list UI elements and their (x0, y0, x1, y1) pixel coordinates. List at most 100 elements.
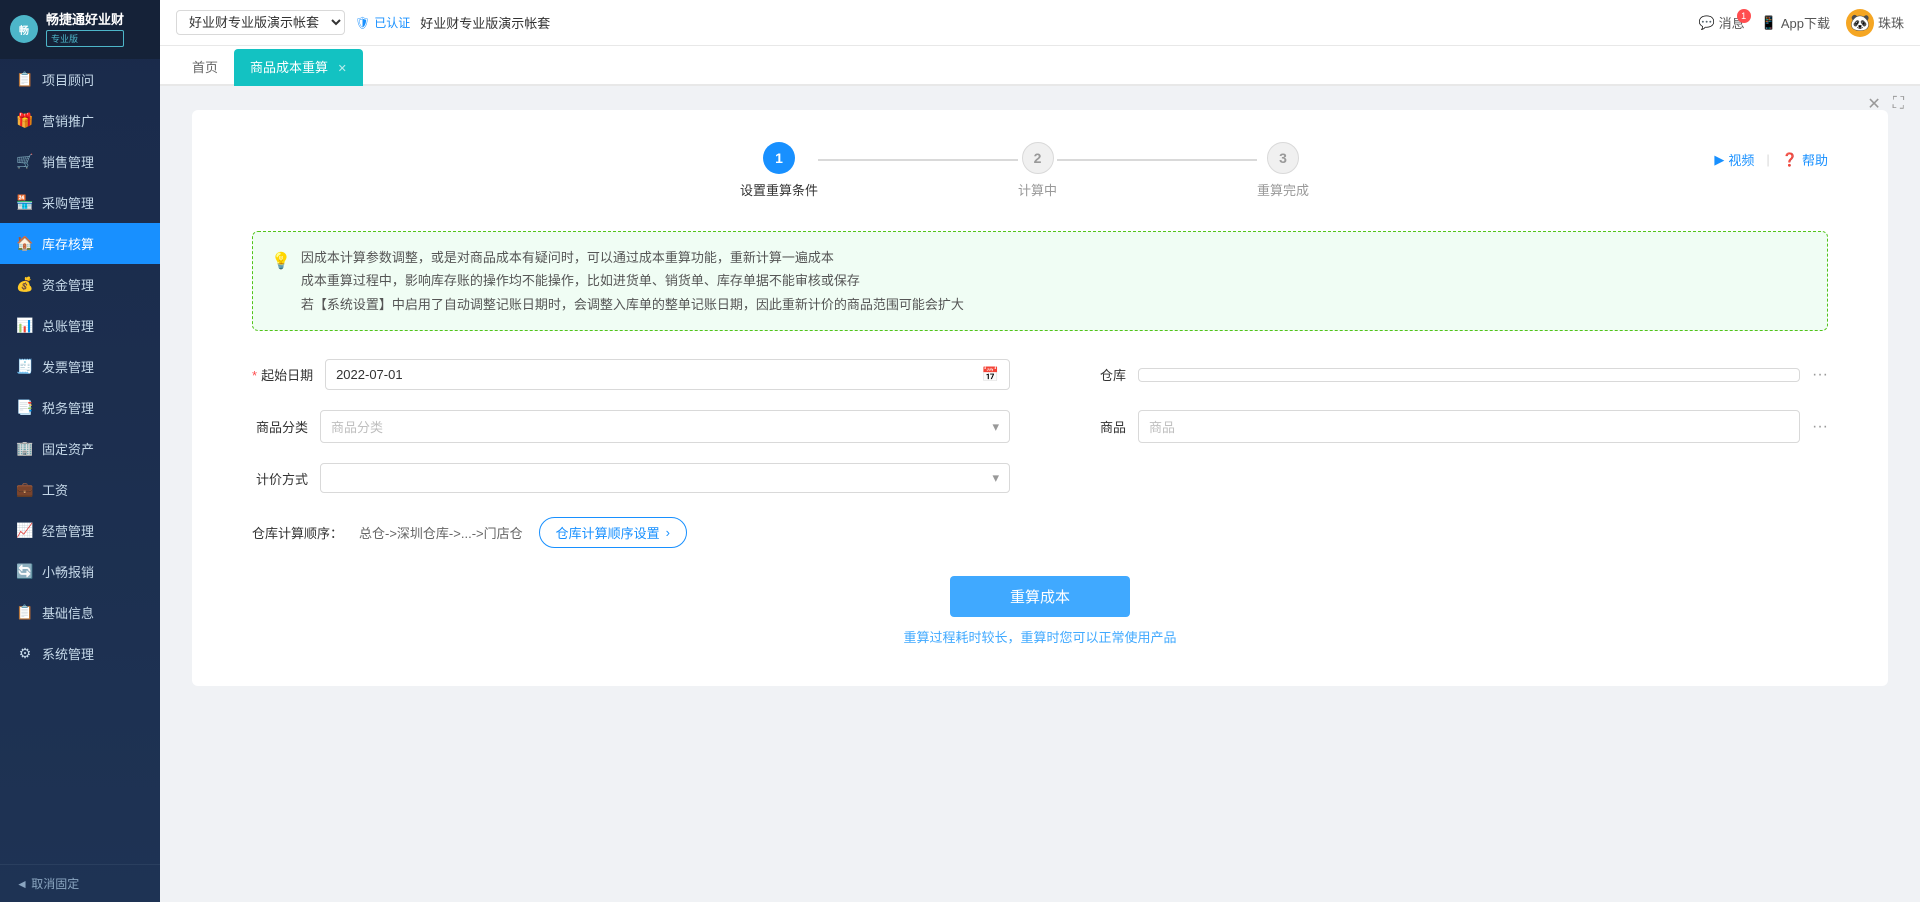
app-download-button[interactable]: 📱 App下载 (1761, 13, 1830, 32)
sidebar-item-inventory[interactable]: 🏠 库存核算 (0, 223, 160, 264)
invoice-icon: 🧾 (16, 357, 34, 375)
sidebar-item-label: 营销推广 (42, 111, 94, 130)
calendar-icon: 📅 (982, 366, 999, 383)
form-row-price-method: 计价方式 ▾ (252, 463, 1010, 493)
sidebar-item-assets[interactable]: 🏢 固定资产 (0, 428, 160, 469)
sidebar-item-accounting[interactable]: 📊 总账管理 (0, 305, 160, 346)
account-name: 好业财专业版演示帐套 (420, 13, 550, 32)
expense-icon: 🔄 (16, 562, 34, 580)
price-method-select[interactable]: ▾ (320, 463, 1010, 493)
form-row-start-date: 起始日期 2022-07-01 📅 (252, 359, 1010, 390)
stepper-circles: 1 设置重算条件 2 计算中 (252, 142, 1828, 199)
category-select[interactable]: 商品分类 ▾ (320, 410, 1010, 443)
start-date-input[interactable]: 2022-07-01 📅 (325, 359, 1010, 390)
sidebar-item-finance[interactable]: 💰 资金管理 (0, 264, 160, 305)
help-link[interactable]: ❓ 帮助 (1782, 150, 1828, 169)
warehouse-order-settings-button[interactable]: 仓库计算顺序设置 › (539, 517, 687, 548)
form-row-warehouse: 仓库 ··· (1070, 359, 1828, 390)
sidebar-item-operations[interactable]: 📈 经营管理 (0, 510, 160, 551)
warehouse-input[interactable] (1138, 368, 1800, 382)
operations-icon: 📈 (16, 521, 34, 539)
sidebar-item-salary[interactable]: 💼 工资 (0, 469, 160, 510)
shield-icon: 🛡 (355, 16, 370, 30)
recalc-button[interactable]: 重算成本 (950, 576, 1130, 617)
info-line-1: 因成本计算参数调整，或是对商品成本有疑问时，可以通过成本重算功能，重新计算一遍成… (301, 246, 964, 269)
tab-close-icon[interactable]: ✕ (338, 63, 347, 75)
recalc-hint: 重算过程耗时较长，重算时您可以正常使用产品 (252, 627, 1828, 646)
step-1-label: 设置重算条件 (740, 180, 818, 199)
goods-more-button[interactable]: ··· (1812, 418, 1828, 436)
sidebar-item-invoice[interactable]: 🧾 发票管理 (0, 346, 160, 387)
tab-home-label: 首页 (192, 60, 218, 75)
avatar: 🐼 (1846, 9, 1874, 37)
info-text: 因成本计算参数调整，或是对商品成本有疑问时，可以通过成本重算功能，重新计算一遍成… (301, 246, 964, 316)
tab-home[interactable]: 首页 (176, 49, 234, 86)
sidebar-logo: 畅 (10, 15, 38, 43)
system-icon: ⚙ (16, 644, 34, 662)
sidebar-item-label: 税务管理 (42, 398, 94, 417)
project-icon: 📋 (16, 70, 34, 88)
account-selector[interactable]: 好业财专业版演示帐套 (176, 10, 345, 35)
tax-icon: 📑 (16, 398, 34, 416)
user-menu[interactable]: 🐼 珠珠 (1846, 9, 1904, 37)
sidebar-item-tax[interactable]: 📑 税务管理 (0, 387, 160, 428)
category-label: 商品分类 (252, 417, 308, 436)
goods-placeholder: 商品 (1149, 417, 1175, 436)
sidebar-item-purchase[interactable]: 🏪 采购管理 (0, 182, 160, 223)
sidebar-pin-toggle[interactable]: ◄ 取消固定 (0, 864, 160, 902)
assets-icon: 🏢 (16, 439, 34, 457)
sidebar-item-system[interactable]: ⚙ 系统管理 (0, 633, 160, 674)
expand-window-button[interactable]: ⛶ (1893, 95, 1904, 113)
chevron-right-icon: › (666, 525, 670, 540)
warehouse-more-button[interactable]: ··· (1812, 366, 1828, 384)
account-selector-area: 好业财专业版演示帐套 (176, 10, 345, 35)
start-date-value: 2022-07-01 (336, 367, 403, 382)
sidebar-nav: 📋 项目顾问 🎁 营销推广 🛒 销售管理 🏪 采购管理 🏠 库存核算 💰 资金管… (0, 59, 160, 864)
topbar: 好业财专业版演示帐套 🛡 已认证 好业财专业版演示帐套 💬 消息 1 📱 App… (160, 0, 1920, 46)
notification-badge: 1 (1737, 9, 1751, 23)
start-date-label: 起始日期 (252, 365, 313, 384)
app-download-label: App下载 (1781, 13, 1830, 32)
form-row-category: 商品分类 商品分类 ▾ (252, 410, 1010, 443)
chevron-down-icon: ▾ (992, 419, 999, 435)
topbar-actions: 💬 消息 1 📱 App下载 🐼 珠珠 (1698, 9, 1904, 37)
step-1-circle: 1 (763, 142, 795, 174)
sales-icon: 🛒 (16, 152, 34, 170)
sidebar-item-label: 库存核算 (42, 234, 94, 253)
inventory-icon: 🏠 (16, 234, 34, 252)
warehouse-order-value: 总仓->深圳仓库->...->门店仓 (359, 523, 523, 542)
sidebar-item-sales[interactable]: 🛒 销售管理 (0, 141, 160, 182)
tab-recalc[interactable]: 商品成本重算 ✕ (234, 49, 363, 86)
step-connector-2-3 (1057, 159, 1257, 161)
sidebar-item-marketing[interactable]: 🎁 营销推广 (0, 100, 160, 141)
sidebar-item-label: 采购管理 (42, 193, 94, 212)
goods-input[interactable]: 商品 (1138, 410, 1800, 443)
form-row-goods: 商品 商品 ··· (1070, 410, 1828, 443)
recalc-section: 重算成本 重算过程耗时较长，重算时您可以正常使用产品 (252, 576, 1828, 646)
sidebar-item-label: 固定资产 (42, 439, 94, 458)
basic-icon: 📋 (16, 603, 34, 621)
sidebar-item-basic[interactable]: 📋 基础信息 (0, 592, 160, 633)
sidebar-item-project[interactable]: 📋 项目顾问 (0, 59, 160, 100)
price-method-chevron-icon: ▾ (992, 470, 999, 486)
verified-text: 已认证 (374, 14, 410, 31)
category-placeholder: 商品分类 (331, 417, 383, 436)
finance-icon: 💰 (16, 275, 34, 293)
message-icon: 💬 (1698, 15, 1714, 31)
sidebar: 畅 畅捷通好业财 专业版 📋 项目顾问 🎁 营销推广 🛒 销售管理 🏪 采购管理… (0, 0, 160, 902)
recalc-btn-label: 重算成本 (1010, 589, 1070, 606)
page-content: ✕ ⛶ ▶ 视频 | ❓ 帮助 (160, 86, 1920, 902)
content-card: ▶ 视频 | ❓ 帮助 1 (192, 110, 1888, 686)
step-2-circle: 2 (1022, 142, 1054, 174)
message-button[interactable]: 💬 消息 1 (1698, 13, 1744, 32)
sidebar-item-label: 项目顾问 (42, 70, 94, 89)
step-2-label: 计算中 (1018, 180, 1057, 199)
step-connector-1-2 (818, 159, 1018, 161)
video-link[interactable]: ▶ 视频 (1714, 150, 1754, 169)
sidebar-item-label: 发票管理 (42, 357, 94, 376)
sidebar-item-expense[interactable]: 🔄 小畅报销 (0, 551, 160, 592)
warehouse-label: 仓库 (1070, 365, 1126, 384)
help-icon: ❓ (1782, 152, 1798, 168)
sidebar-item-label: 资金管理 (42, 275, 94, 294)
step-3-circle: 3 (1267, 142, 1299, 174)
